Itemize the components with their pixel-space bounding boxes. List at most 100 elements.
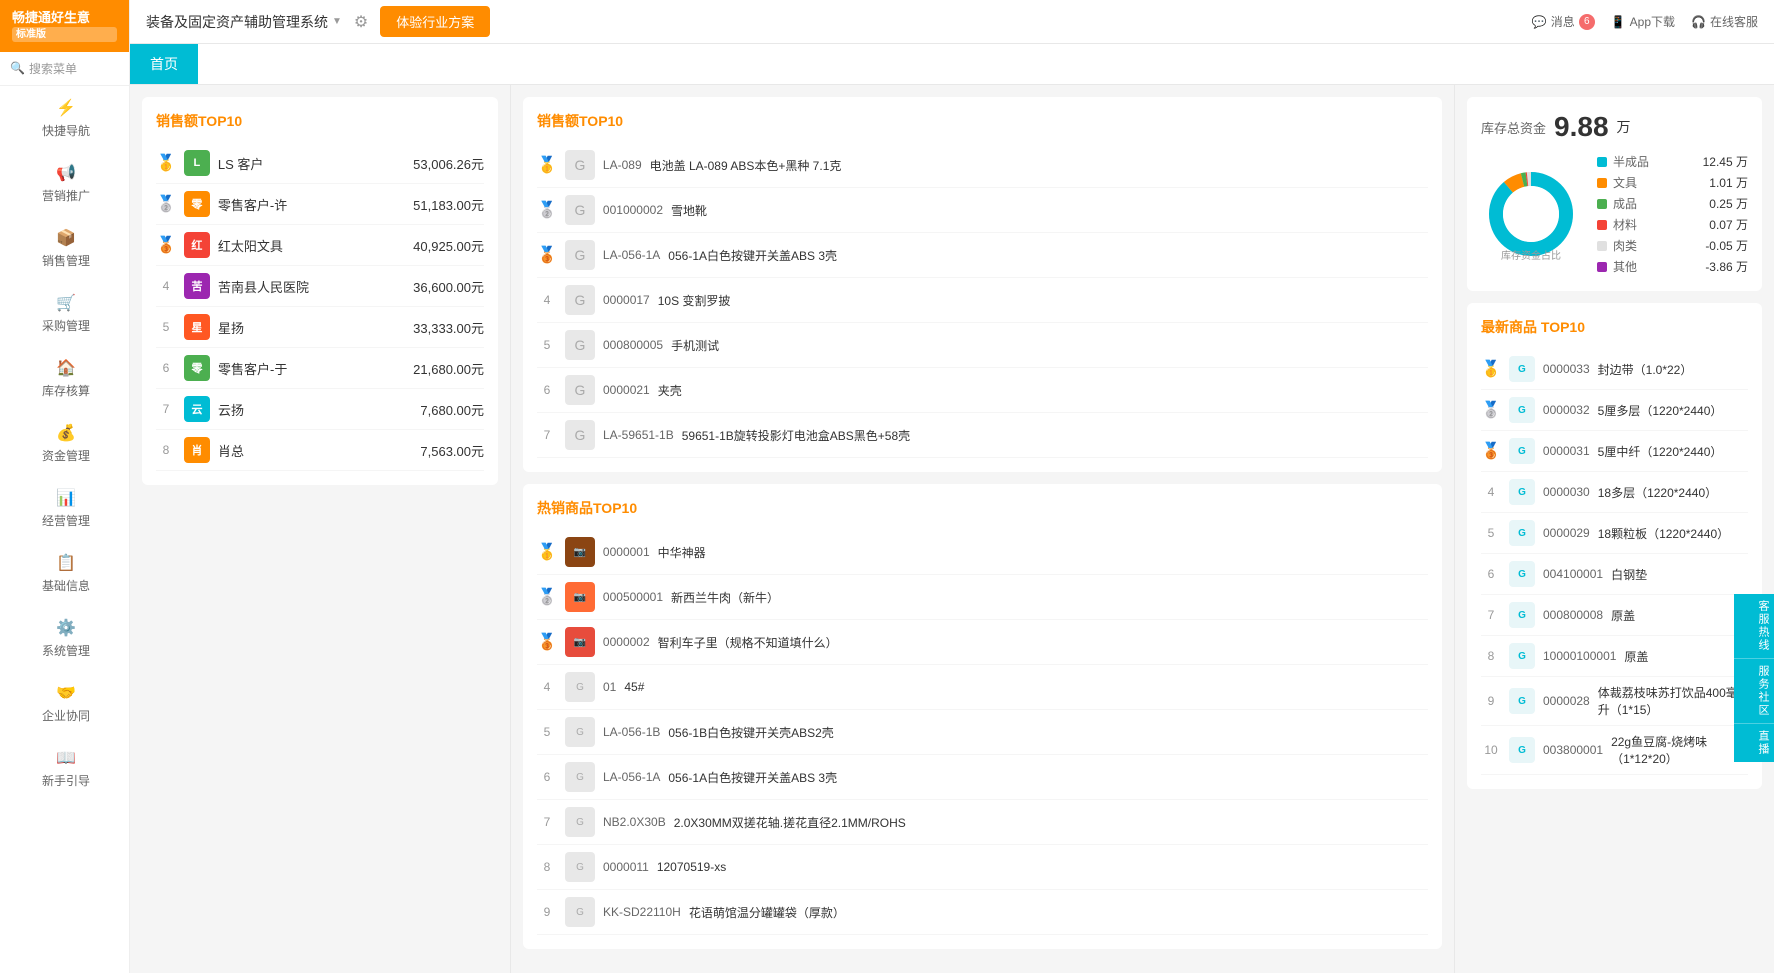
sales-products-card: 销售额TOP10 🥇 G LA-089 电池盖 LA-089 ABS本色+黑种 … <box>523 97 1442 472</box>
nav-icon-7: 📊 <box>56 488 76 508</box>
new-product-icon: G <box>1509 688 1535 714</box>
hot-name: 花语萌馆温分罐罐袋（厚款） <box>689 904 1428 921</box>
nav-label-5: 库存核算 <box>42 382 90 399</box>
hot-code: KK-SD22110H <box>603 905 681 919</box>
product-num: 4 <box>537 293 557 307</box>
hot-name: 2.0X30MM双搓花轴.搓花直径2.1MM/ROHS <box>674 814 1428 831</box>
hot-medal: 🥇 <box>537 542 557 562</box>
tab-home[interactable]: 首页 <box>130 44 198 84</box>
nav-label-8: 基础信息 <box>42 577 90 594</box>
product-medal: 🥇 <box>537 155 557 175</box>
new-name: 5厘中纤（1220*2440） <box>1598 443 1748 460</box>
search-area[interactable]: 🔍 搜索菜单 <box>0 52 129 86</box>
message-icon: 💬 <box>1532 15 1547 29</box>
sidebar-item-7[interactable]: 📊 经营管理 <box>0 476 129 541</box>
legend-value: 12.45 万 <box>1703 153 1748 170</box>
messages-btn[interactable]: 💬 消息 6 <box>1532 13 1595 30</box>
float-btn-live[interactable]: 直播 <box>1734 724 1774 762</box>
hot-product-item: 6 G LA-056-1A 056-1A白色按键开关盖ABS 3壳 <box>537 755 1428 800</box>
new-product-icon: G <box>1509 397 1535 423</box>
legend-item: 材料 0.07 万 <box>1597 214 1748 235</box>
nav-icon-5: 🏠 <box>56 358 76 378</box>
hot-products-list: 🥇 📷 0000001 中华神器 🥈 📷 000500001 新西兰牛肉（新牛）… <box>537 530 1428 935</box>
new-num: 7 <box>1481 608 1501 622</box>
sidebar-item-6[interactable]: 💰 资金管理 <box>0 411 129 476</box>
new-product-item: 10 G 003800001 22g鱼豆腐-烧烤味（1*12*20） <box>1481 726 1748 775</box>
legend-label: 成品 <box>1613 195 1703 212</box>
sidebar-item-9[interactable]: ⚙️ 系统管理 <box>0 606 129 671</box>
donut-chart: 库存资金占比 <box>1481 164 1581 264</box>
sidebar-item-10[interactable]: 🤝 企业协同 <box>0 671 129 736</box>
sales-products-title: 销售额TOP10 <box>537 111 1428 131</box>
legend-dot <box>1597 157 1607 167</box>
sidebar-item-11[interactable]: 📖 新手引导 <box>0 736 129 801</box>
page-tabs: 首页 <box>130 44 1774 85</box>
sidebar-item-3[interactable]: 📦 销售管理 <box>0 216 129 281</box>
hot-product-item: 4 G 01 45# <box>537 665 1428 710</box>
hot-num: 4 <box>537 680 557 694</box>
rank-num: 5 <box>156 320 176 334</box>
new-products-list: 🥇 G 0000033 封边带（1.0*22） 🥈 G 0000032 5厘多层… <box>1481 349 1748 775</box>
sidebar-item-4[interactable]: 🛒 采购管理 <box>0 281 129 346</box>
new-num: 10 <box>1481 743 1501 757</box>
hot-code: NB2.0X30B <box>603 815 666 829</box>
rank-avatar: 云 <box>184 396 210 422</box>
hot-code: LA-056-1A <box>603 770 660 784</box>
new-name: 22g鱼豆腐-烧烤味（1*12*20） <box>1611 733 1748 767</box>
legend-dot <box>1597 220 1607 230</box>
rank-name: 红太阳文具 <box>218 236 405 255</box>
product-img: G <box>565 285 595 315</box>
hot-num: 5 <box>537 725 557 739</box>
sidebar-item-5[interactable]: 🏠 库存核算 <box>0 346 129 411</box>
hot-medal: 🥈 <box>537 587 557 607</box>
float-btn-community[interactable]: 服务社区 <box>1734 659 1774 724</box>
legend-label: 肉类 <box>1613 237 1699 254</box>
legend-value: 1.01 万 <box>1709 174 1748 191</box>
donut-area: 库存资金占比 半成品 12.45 万 文具 1.01 万 成品 0.25 万 材… <box>1481 151 1748 277</box>
nav-icon-10: 🤝 <box>56 683 76 703</box>
product-medal: 🥉 <box>537 245 557 265</box>
sales-product-item: 4 G 0000017 10S 变割罗披 <box>537 278 1428 323</box>
nav-icon-8: 📋 <box>56 553 76 573</box>
hot-product-img-placeholder: G <box>565 717 595 747</box>
sidebar-item-2[interactable]: 📢 营销推广 <box>0 151 129 216</box>
rank-avatar: 红 <box>184 232 210 258</box>
rank-item: 🥇 L LS 客户 53,006.26元 <box>156 143 484 184</box>
hot-code: 0000002 <box>603 635 650 649</box>
new-product-item: 🥇 G 0000033 封边带（1.0*22） <box>1481 349 1748 390</box>
settings-icon[interactable]: ⚙ <box>354 12 368 32</box>
hot-product-img: 📷 <box>565 582 595 612</box>
new-product-item: 🥉 G 0000031 5厘中纤（1220*2440） <box>1481 431 1748 472</box>
rank-avatar: 苦 <box>184 273 210 299</box>
hot-product-item: 🥈 📷 000500001 新西兰牛肉（新牛） <box>537 575 1428 620</box>
new-medal: 🥈 <box>1481 400 1501 420</box>
rank-amount: 7,563.00元 <box>420 441 484 460</box>
nav-label-3: 销售管理 <box>42 252 90 269</box>
rank-name: 星扬 <box>218 318 405 337</box>
hot-num: 8 <box>537 860 557 874</box>
legend-dot <box>1597 241 1607 251</box>
new-product-icon: G <box>1509 520 1535 546</box>
nav-label-2: 营销推广 <box>42 187 90 204</box>
try-btn[interactable]: 体验行业方案 <box>380 6 490 37</box>
sidebar-item-1[interactable]: ⚡ 快捷导航 <box>0 86 129 151</box>
new-code: 0000030 <box>1543 485 1590 499</box>
hot-name: 新西兰牛肉（新牛） <box>671 589 1428 606</box>
float-btn-service[interactable]: 客服热线 <box>1734 594 1774 659</box>
content: 销售额TOP10 🥇 L LS 客户 53,006.26元 🥈 零 零售客户-许… <box>130 85 1774 973</box>
rank-amount: 36,600.00元 <box>413 277 484 296</box>
rank-item: 5 星 星扬 33,333.00元 <box>156 307 484 348</box>
app-badge: 标准版 <box>12 27 117 42</box>
legend-label: 文具 <box>1613 174 1703 191</box>
legend-dot <box>1597 178 1607 188</box>
new-product-item: 5 G 0000029 18颗粒板（1220*2440） <box>1481 513 1748 554</box>
rank-avatar: 零 <box>184 355 210 381</box>
sidebar-item-8[interactable]: 📋 基础信息 <box>0 541 129 606</box>
product-img: G <box>565 240 595 270</box>
app-download-btn[interactable]: 📱 App下载 <box>1611 13 1675 30</box>
new-product-icon: G <box>1509 737 1535 763</box>
system-selector[interactable]: 装备及固定资产辅助管理系统 ▼ <box>146 12 342 32</box>
product-num: 6 <box>537 383 557 397</box>
product-num: 5 <box>537 338 557 352</box>
online-service-btn[interactable]: 🎧 在线客服 <box>1691 13 1758 30</box>
